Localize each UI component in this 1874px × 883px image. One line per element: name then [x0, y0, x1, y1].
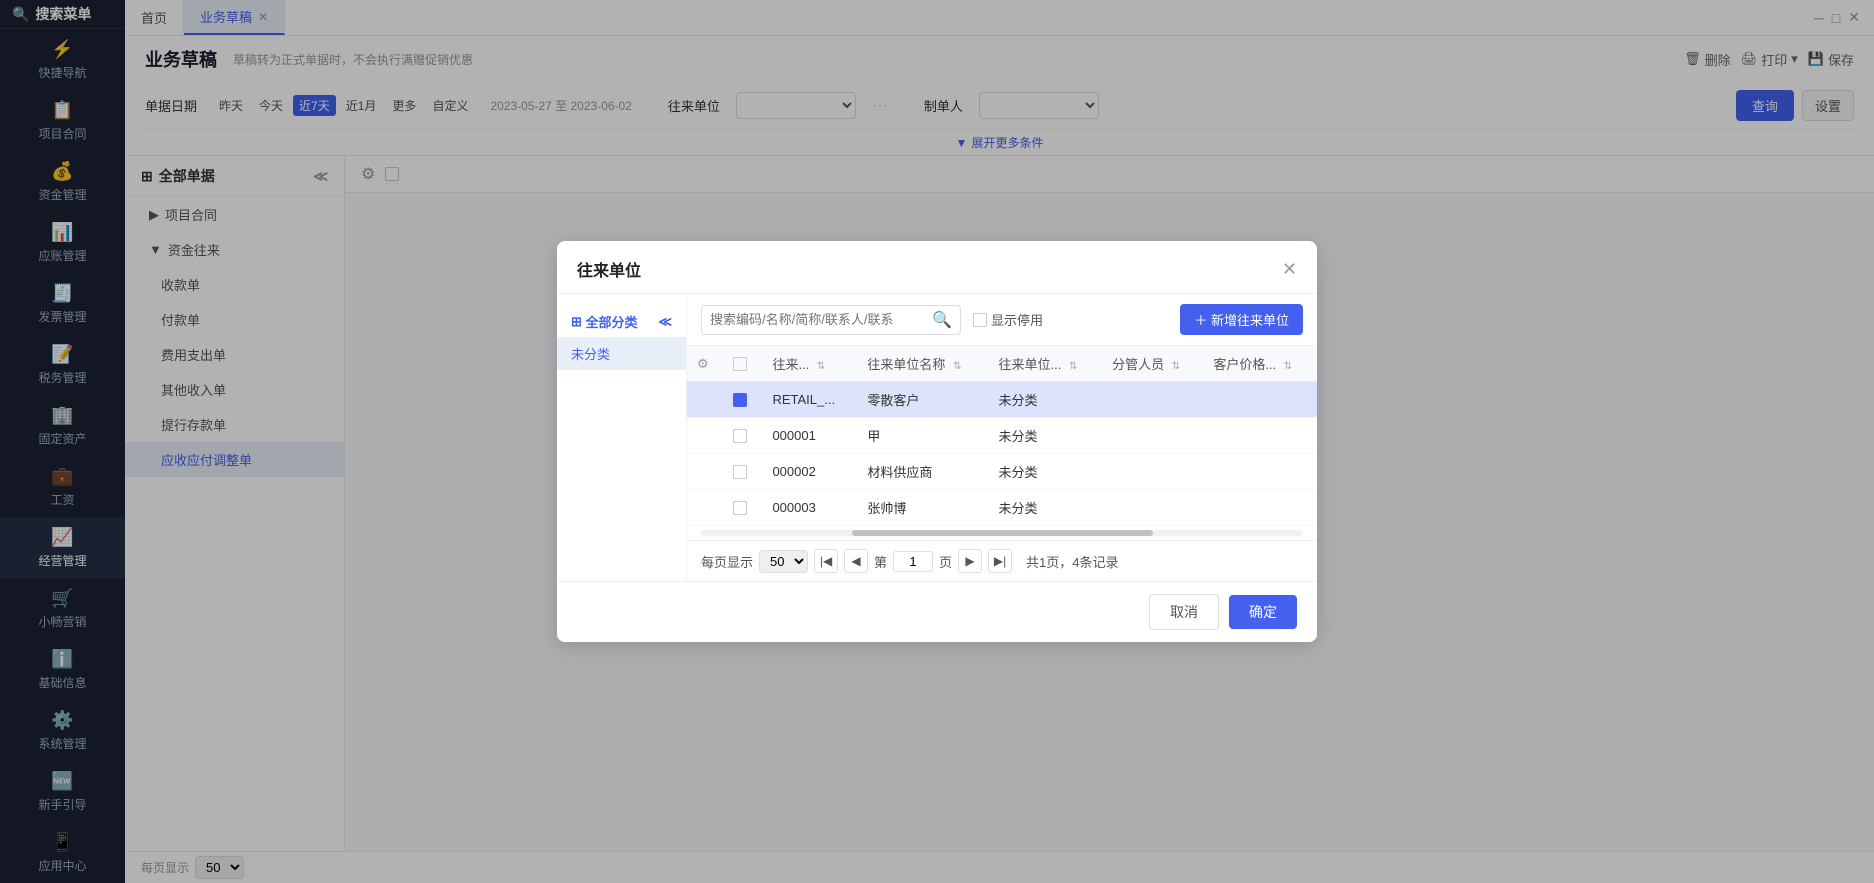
th-manager[interactable]: 分管人员 ⇅: [1102, 346, 1203, 382]
modal-title: 往来单位: [577, 257, 641, 281]
td-category: 未分类: [989, 454, 1103, 490]
td-category: 未分类: [989, 382, 1103, 418]
modal-search-box[interactable]: 🔍: [701, 305, 961, 335]
modal-toolbar: 🔍 显示停用 ＋ 新增往来单位: [687, 294, 1317, 346]
add-partner-button[interactable]: ＋ 新增往来单位: [1180, 304, 1303, 335]
show-disabled-checkbox[interactable]: [973, 313, 987, 327]
td-code: 000002: [762, 454, 857, 490]
th-code[interactable]: 往来... ⇅: [762, 346, 857, 382]
confirm-button[interactable]: 确定: [1229, 595, 1297, 629]
th-select: [723, 346, 762, 382]
sort-icon: ⇅: [1172, 361, 1180, 372]
th-price[interactable]: 客户价格... ⇅: [1203, 346, 1317, 382]
td-price: [1203, 418, 1317, 454]
td-code: 000001: [762, 418, 857, 454]
th-name[interactable]: 往来单位名称 ⇅: [857, 346, 988, 382]
td-price: [1203, 490, 1317, 526]
td-price: [1203, 454, 1317, 490]
table-row[interactable]: 000001 甲 未分类: [687, 418, 1317, 454]
first-page-button[interactable]: |◀: [814, 549, 838, 573]
modal-body: ⊞ 全部分类 ≪ 未分类 🔍 显示停用: [557, 294, 1317, 581]
td-name: 甲: [857, 418, 988, 454]
scrollbar-track: [701, 530, 1303, 536]
td-checkbox[interactable]: [723, 454, 762, 490]
prev-page-button[interactable]: ◀: [844, 549, 868, 573]
td-settings: [687, 454, 723, 490]
last-page-button[interactable]: ▶|: [988, 549, 1012, 573]
scrollbar-thumb: [852, 530, 1153, 536]
td-settings: [687, 382, 723, 418]
sort-icon: ⇅: [953, 361, 961, 372]
sort-icon: ⇅: [1284, 361, 1292, 372]
next-page-button[interactable]: ▶: [958, 549, 982, 573]
modal-search-icon: 🔍: [932, 310, 952, 330]
modal-pagination: 每页显示 50 |◀ ◀ 第 页 ▶ ▶| 共1页，4条记录: [687, 540, 1317, 581]
modal-close-button[interactable]: ✕: [1282, 259, 1297, 280]
th-settings: ⚙: [687, 346, 723, 382]
modal-categories: ⊞ 全部分类 ≪ 未分类: [557, 294, 687, 581]
category-item-unclassified[interactable]: 未分类: [557, 337, 686, 370]
modal-search-input[interactable]: [710, 312, 932, 327]
td-manager: [1102, 454, 1203, 490]
td-manager: [1102, 490, 1203, 526]
category-header[interactable]: ⊞ 全部分类 ≪: [557, 306, 686, 337]
td-name: 零散客户: [857, 382, 988, 418]
hash-icon: ⊞: [571, 314, 582, 330]
table-row[interactable]: 000002 材料供应商 未分类: [687, 454, 1317, 490]
td-category: 未分类: [989, 490, 1103, 526]
total-info: 共1页，4条记录: [1026, 552, 1118, 571]
td-category: 未分类: [989, 418, 1103, 454]
td-settings: [687, 490, 723, 526]
modal-table-wrap: ⚙ 往来... ⇅ 往来单位名称 ⇅: [687, 346, 1317, 526]
modal-footer: 取消 确定: [557, 581, 1317, 642]
td-name: 材料供应商: [857, 454, 988, 490]
td-checkbox[interactable]: [723, 382, 762, 418]
td-name: 张帅博: [857, 490, 988, 526]
modal-header: 往来单位 ✕: [557, 241, 1317, 294]
sort-icon: ⇅: [1069, 361, 1077, 372]
td-price: [1203, 382, 1317, 418]
overlay: 往来单位 ✕ ⊞ 全部分类 ≪ 未分类 🔍: [0, 0, 1874, 883]
modal-right: 🔍 显示停用 ＋ 新增往来单位 ⚙: [687, 294, 1317, 581]
td-settings: [687, 418, 723, 454]
td-code: 000003: [762, 490, 857, 526]
table-row[interactable]: RETAIL_... 零散客户 未分类: [687, 382, 1317, 418]
page-size-select[interactable]: 50: [759, 550, 808, 573]
td-checkbox[interactable]: [723, 490, 762, 526]
th-category[interactable]: 往来单位... ⇅: [989, 346, 1103, 382]
partner-modal: 往来单位 ✕ ⊞ 全部分类 ≪ 未分类 🔍: [557, 241, 1317, 642]
collapse-icon: ≪: [658, 314, 672, 330]
page-number-input[interactable]: [893, 551, 933, 572]
cancel-button[interactable]: 取消: [1149, 594, 1219, 630]
td-manager: [1102, 418, 1203, 454]
table-header-row: ⚙ 往来... ⇅ 往来单位名称 ⇅: [687, 346, 1317, 382]
sort-icon: ⇅: [817, 361, 825, 372]
td-manager: [1102, 382, 1203, 418]
show-disabled-toggle[interactable]: 显示停用: [973, 310, 1043, 329]
table-row[interactable]: 000003 张帅博 未分类: [687, 490, 1317, 526]
td-checkbox[interactable]: [723, 418, 762, 454]
modal-table: ⚙ 往来... ⇅ 往来单位名称 ⇅: [687, 346, 1317, 526]
td-code: RETAIL_...: [762, 382, 857, 418]
